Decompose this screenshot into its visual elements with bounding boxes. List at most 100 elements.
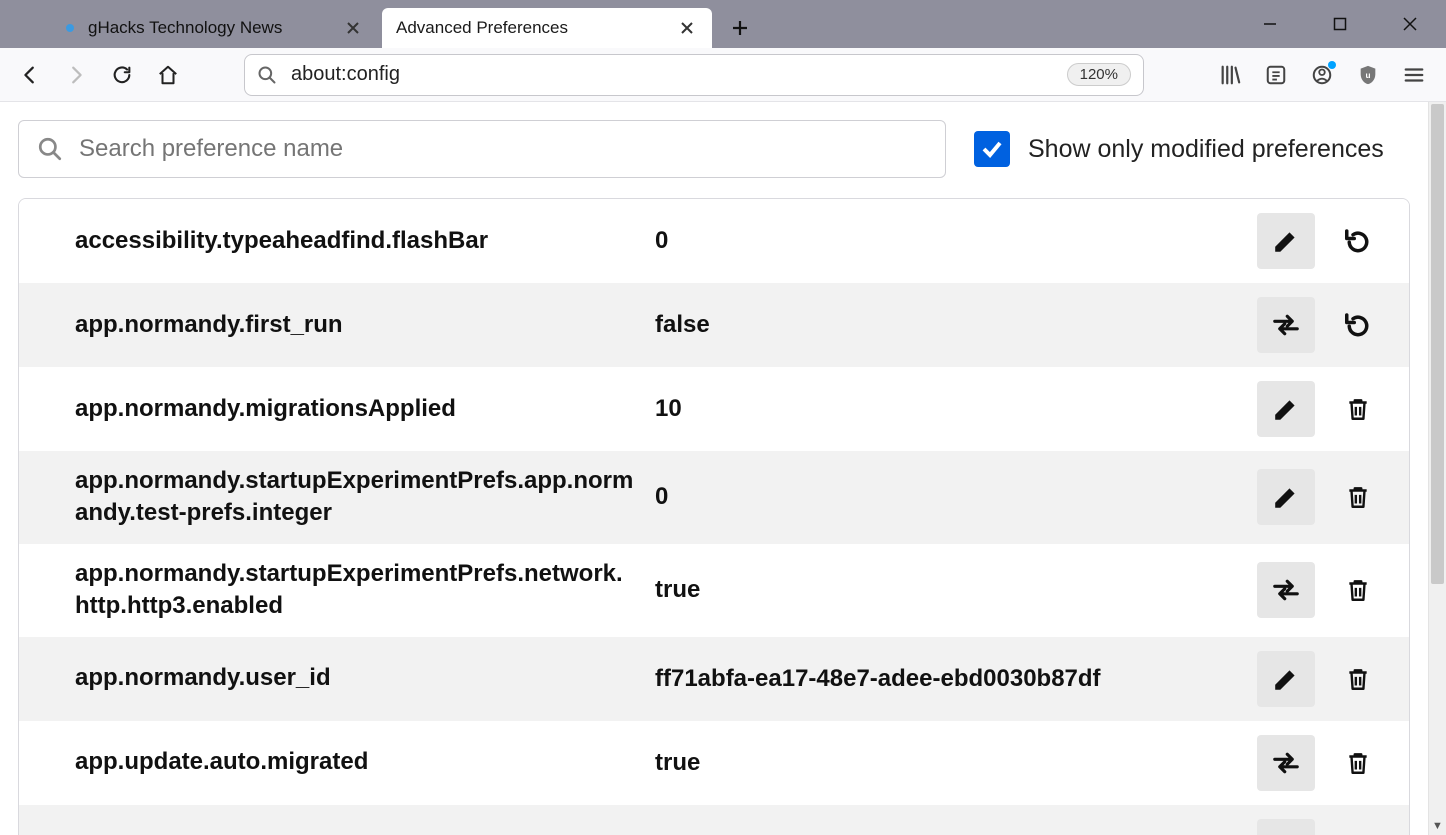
edit-icon (1272, 483, 1300, 511)
pref-value: 10 (655, 395, 1237, 423)
reset-icon (1343, 226, 1373, 256)
tab-favicon-dot-icon (62, 20, 78, 36)
pref-actions (1257, 297, 1387, 353)
pref-actions (1257, 819, 1387, 835)
pref-search-box[interactable] (18, 120, 946, 178)
pref-actions (1257, 381, 1387, 437)
checkbox-checked-icon (974, 131, 1010, 167)
window-controls (1235, 0, 1445, 48)
navigation-toolbar: 120% u (0, 48, 1446, 102)
library-button[interactable] (1212, 57, 1248, 93)
edit-button[interactable] (1257, 381, 1315, 437)
pref-name: app.normandy.startupExperimentPrefs.app.… (75, 465, 635, 530)
pref-actions (1257, 213, 1387, 269)
reader-view-button[interactable] (1258, 57, 1294, 93)
scrollbar-thumb[interactable] (1431, 104, 1444, 584)
search-icon (257, 65, 277, 85)
tab-ghacks[interactable]: gHacks Technology News (48, 8, 378, 48)
reload-button[interactable] (102, 55, 142, 95)
pref-row: app.update.download.attempts0 (19, 805, 1409, 835)
pref-name: app.update.auto.migrated (75, 746, 635, 778)
tab-strip: gHacks Technology News Advanced Preferen… (48, 0, 758, 48)
edit-button[interactable] (1257, 213, 1315, 269)
toggle-icon (1271, 748, 1301, 778)
about-config-page: Show only modified preferences accessibi… (0, 102, 1428, 835)
delete-icon (1345, 750, 1371, 776)
toggle-icon (1271, 575, 1301, 605)
pref-row: app.normandy.user_id ff71abfa-ea17-48e7-a… (19, 637, 1409, 721)
delete-button[interactable] (1329, 381, 1387, 437)
pref-row: app.update.auto.migrated true (19, 721, 1409, 805)
delete-icon (1345, 396, 1371, 422)
window-maximize-button[interactable] (1305, 0, 1375, 48)
delete-button[interactable] (1329, 735, 1387, 791)
pref-value: 0 (655, 483, 1237, 511)
ublock-button[interactable]: u (1350, 57, 1386, 93)
edit-button[interactable] (1257, 469, 1315, 525)
url-input[interactable] (291, 63, 1053, 86)
url-bar[interactable]: 120% (244, 54, 1144, 96)
pref-value: true (655, 749, 1237, 777)
app-menu-button[interactable] (1396, 57, 1432, 93)
pref-actions (1257, 469, 1387, 525)
home-button[interactable] (148, 55, 188, 95)
zoom-level-badge[interactable]: 120% (1067, 63, 1131, 86)
search-row: Show only modified preferences (18, 120, 1410, 178)
pref-row: app.normandy.startupExperimentPrefs.app.… (19, 451, 1409, 544)
pref-actions (1257, 735, 1387, 791)
pref-name: accessibility.typeaheadfind.flashBar (75, 225, 635, 257)
search-icon (37, 136, 63, 162)
toggle-button[interactable] (1257, 562, 1315, 618)
account-button[interactable] (1304, 57, 1340, 93)
pref-value: true (655, 576, 1237, 604)
tab-title: gHacks Technology News (88, 18, 332, 38)
window-minimize-button[interactable] (1235, 0, 1305, 48)
delete-button[interactable] (1329, 469, 1387, 525)
pref-name: app.normandy.user_id (75, 662, 635, 694)
delete-button[interactable] (1329, 651, 1387, 707)
delete-icon (1345, 484, 1371, 510)
pref-search-input[interactable] (79, 135, 927, 163)
delete-icon (1345, 577, 1371, 603)
titlebar: gHacks Technology News Advanced Preferen… (0, 0, 1446, 48)
pref-name: app.normandy.migrationsApplied (75, 393, 635, 425)
delete-button[interactable] (1329, 819, 1387, 835)
edit-button[interactable] (1257, 651, 1315, 707)
toggle-button[interactable] (1257, 735, 1315, 791)
scroll-down-icon: ▼ (1429, 817, 1446, 835)
vertical-scrollbar[interactable]: ▲ ▼ (1428, 102, 1446, 835)
tab-close-button[interactable] (676, 17, 698, 39)
back-button[interactable] (10, 55, 50, 95)
reset-button[interactable] (1329, 213, 1387, 269)
delete-button[interactable] (1329, 562, 1387, 618)
pref-value: false (655, 311, 1237, 339)
reset-icon (1343, 310, 1373, 340)
toggle-icon (1271, 310, 1301, 340)
tab-advanced-preferences[interactable]: Advanced Preferences (382, 8, 712, 48)
pref-name: app.normandy.startupExperimentPrefs.netw… (75, 558, 635, 623)
tab-close-button[interactable] (342, 17, 364, 39)
pref-row: app.normandy.migrationsApplied 10 (19, 367, 1409, 451)
tab-title: Advanced Preferences (396, 18, 666, 38)
pref-row: app.normandy.first_run false (19, 283, 1409, 367)
reset-button[interactable] (1329, 297, 1387, 353)
toggle-button[interactable] (1257, 297, 1315, 353)
edit-icon (1272, 395, 1300, 423)
new-tab-button[interactable] (722, 10, 758, 46)
svg-text:u: u (1365, 70, 1370, 79)
pref-name: app.normandy.first_run (75, 309, 635, 341)
delete-icon (1345, 666, 1371, 692)
pref-value: ff71abfa-ea17-48e7-adee-ebd0030b87df (655, 665, 1237, 693)
pref-row: app.normandy.startupExperimentPrefs.netw… (19, 544, 1409, 637)
show-modified-toggle[interactable]: Show only modified preferences (974, 131, 1384, 167)
pref-name: app.update.download.attempts (75, 830, 635, 835)
forward-button[interactable] (56, 55, 96, 95)
window-close-button[interactable] (1375, 0, 1445, 48)
pref-value: 0 (655, 227, 1237, 255)
pref-actions (1257, 651, 1387, 707)
edit-icon (1272, 665, 1300, 693)
preferences-table: accessibility.typeaheadfind.flashBar 0 app… (18, 198, 1410, 835)
edit-icon (1272, 227, 1300, 255)
edit-button[interactable] (1257, 819, 1315, 835)
toolbar-extensions: u (1212, 57, 1436, 93)
